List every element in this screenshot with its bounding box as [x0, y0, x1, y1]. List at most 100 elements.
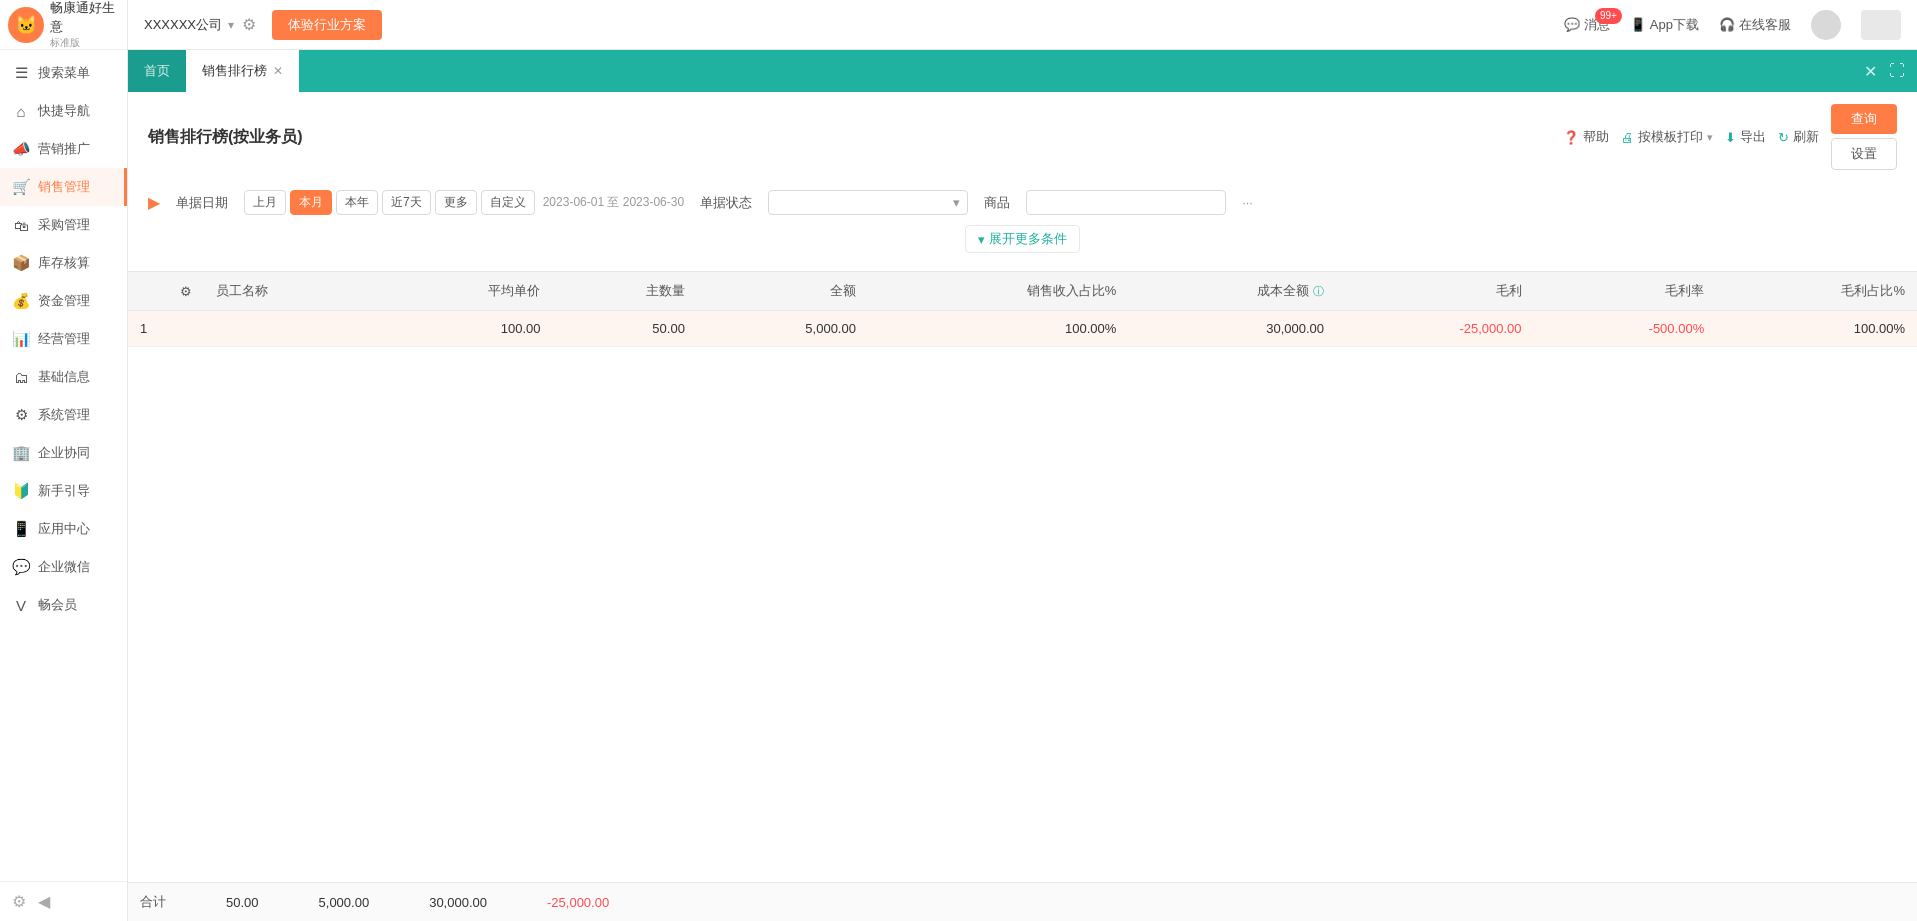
messages-item[interactable]: 💬 消息 99+	[1564, 16, 1610, 34]
operations-label: 经营管理	[38, 330, 90, 348]
footer-amount: 5,000.00	[319, 895, 370, 910]
tab-fullscreen-icon[interactable]: ⛶	[1889, 62, 1905, 80]
purchase-label: 采购管理	[38, 216, 90, 234]
top-header: XXXXXX公司 ▾ ⚙ 体验行业方案 💬 消息 99+ 📱 App下载 🎧 在…	[128, 0, 1917, 50]
collapse-icon[interactable]: ◀	[38, 892, 50, 911]
th-sales-ratio: 销售收入占比%	[868, 272, 1128, 311]
sidebar-item-basic-info[interactable]: 🗂 基础信息	[0, 358, 127, 396]
tab-home[interactable]: 首页	[128, 50, 186, 92]
cell-gross-ratio: 100.00%	[1716, 311, 1917, 347]
query-button[interactable]: 查询	[1831, 104, 1897, 134]
sidebar-item-member[interactable]: V 畅会员	[0, 586, 127, 624]
th-rank	[128, 272, 168, 311]
sidebar-item-operations[interactable]: 📊 经营管理	[0, 320, 127, 358]
online-service-label: 在线客服	[1739, 16, 1791, 34]
th-amount: 全额	[697, 272, 868, 311]
inventory-label: 库存核算	[38, 254, 90, 272]
system-icon: ⚙	[12, 406, 30, 424]
sidebar-item-quick-nav[interactable]: ⌂ 快捷导航	[0, 92, 127, 130]
sidebar-item-guide[interactable]: 🔰 新手引导	[0, 472, 127, 510]
th-cost: 成本全额 ⓘ	[1128, 272, 1336, 311]
cell-amount: 5,000.00	[697, 311, 868, 347]
status-select[interactable]	[768, 190, 968, 215]
date-range-group: 上月 本月 本年 近7天 更多 自定义 2023-06-01 至 2023-06…	[244, 190, 684, 215]
sidebar-item-inventory[interactable]: 📦 库存核算	[0, 244, 127, 282]
company-name: XXXXXX公司	[144, 16, 222, 34]
trial-button[interactable]: 体验行业方案	[272, 10, 382, 40]
search-order-label: 搜索菜单	[38, 64, 90, 82]
quick-nav-label: 快捷导航	[38, 102, 90, 120]
sidebar-footer: ⚙ ◀	[0, 881, 127, 921]
online-service-item[interactable]: 🎧 在线客服	[1719, 16, 1791, 34]
cell-settings	[168, 311, 204, 347]
sidebar-item-enterprise[interactable]: 🏢 企业协同	[0, 434, 127, 472]
more-dots[interactable]: ···	[1242, 195, 1253, 210]
sidebar-item-app-center[interactable]: 📱 应用中心	[0, 510, 127, 548]
expand-more-button[interactable]: ▾ 展开更多条件	[965, 225, 1080, 253]
guide-label: 新手引导	[38, 482, 90, 500]
date-btn-this-year[interactable]: 本年	[336, 190, 378, 215]
settings-button[interactable]: 设置	[1831, 138, 1897, 170]
goods-input[interactable]	[1026, 190, 1226, 215]
help-button[interactable]: ❓ 帮助	[1563, 128, 1609, 146]
page-title: 销售排行榜(按业务员)	[148, 127, 303, 148]
print-chevron-icon: ▾	[1707, 131, 1713, 144]
tab-close-all-icon[interactable]: ✕	[1864, 62, 1877, 81]
date-btn-last-month[interactable]: 上月	[244, 190, 286, 215]
sidebar-item-finance[interactable]: 💰 资金管理	[0, 282, 127, 320]
date-btn-this-month[interactable]: 本月	[290, 190, 332, 215]
refresh-button[interactable]: ↻ 刷新	[1778, 128, 1819, 146]
sales-rank-table: ⚙ 员工名称 平均单价 主数量 全额 销售收入占比% 成本全额 ⓘ 毛利 毛利率…	[128, 272, 1917, 347]
sales-label: 销售管理	[38, 178, 90, 196]
export-label: 导出	[1740, 128, 1766, 146]
cell-avg-price: 100.00	[378, 311, 552, 347]
finance-icon: 💰	[12, 292, 30, 310]
basic-info-label: 基础信息	[38, 368, 90, 386]
cell-cost: 30,000.00	[1128, 311, 1336, 347]
sales-rank-tab-label: 销售排行榜	[202, 62, 267, 80]
cell-gross: -25,000.00	[1336, 311, 1534, 347]
sidebar-item-sales[interactable]: 🛒 销售管理	[0, 168, 127, 206]
footer-main-qty: 50.00	[226, 895, 259, 910]
company-selector[interactable]: XXXXXX公司 ▾	[144, 16, 234, 34]
sidebar-nav: ☰ 搜索菜单⌂ 快捷导航📣 营销推广🛒 销售管理🛍 采购管理📦 库存核算💰 资金…	[0, 50, 127, 881]
date-btn-custom[interactable]: 自定义	[481, 190, 535, 215]
tab-sales-rank[interactable]: 销售排行榜 ✕	[186, 50, 299, 92]
logo-text: 畅康通好生意 标准版	[50, 0, 119, 50]
print-label: 按模板打印	[1638, 128, 1703, 146]
date-btn-more[interactable]: 更多	[435, 190, 477, 215]
settings-footer-icon[interactable]: ⚙	[12, 892, 26, 911]
date-btn-7days[interactable]: 近7天	[382, 190, 431, 215]
app-download-item[interactable]: 📱 App下载	[1630, 16, 1699, 34]
th-avg-price: 平均单价	[378, 272, 552, 311]
avatar[interactable]	[1811, 10, 1841, 40]
quick-nav-icon: ⌂	[12, 103, 30, 120]
sales-icon: 🛒	[12, 178, 30, 196]
user-name-placeholder[interactable]	[1861, 10, 1901, 40]
filter-toggle-icon[interactable]: ▶	[148, 193, 160, 212]
table-row: 1 100.00 50.00 5,000.00 100.00% 30,000.0…	[128, 311, 1917, 347]
page-content: 销售排行榜(按业务员) ❓ 帮助 🖨 按模板打印 ▾ ⬇ 导出	[128, 92, 1917, 921]
gear-icon[interactable]: ⚙	[242, 15, 256, 34]
sidebar-item-system[interactable]: ⚙ 系统管理	[0, 396, 127, 434]
main-area: XXXXXX公司 ▾ ⚙ 体验行业方案 💬 消息 99+ 📱 App下载 🎧 在…	[128, 0, 1917, 921]
sidebar-item-wechat[interactable]: 💬 企业微信	[0, 548, 127, 586]
export-icon: ⬇	[1725, 130, 1736, 145]
th-settings[interactable]: ⚙	[168, 272, 204, 311]
sidebar-item-search-order[interactable]: ☰ 搜索菜单	[0, 54, 127, 92]
headset-icon: 🎧	[1719, 17, 1735, 32]
print-button[interactable]: 🖨 按模板打印 ▾	[1621, 128, 1713, 146]
sidebar-item-purchase[interactable]: 🛍 采购管理	[0, 206, 127, 244]
sidebar-item-marketing[interactable]: 📣 营销推广	[0, 130, 127, 168]
tab-close-icon[interactable]: ✕	[273, 64, 283, 78]
logo-icon: 🐱	[8, 7, 44, 43]
message-icon: 💬	[1564, 17, 1580, 32]
home-tab-label: 首页	[144, 62, 170, 80]
export-button[interactable]: ⬇ 导出	[1725, 128, 1766, 146]
wechat-icon: 💬	[12, 558, 30, 576]
expand-more-label: 展开更多条件	[989, 230, 1067, 248]
marketing-label: 营销推广	[38, 140, 90, 158]
member-label: 畅会员	[38, 596, 77, 614]
app-center-icon: 📱	[12, 520, 30, 538]
date-label: 单据日期	[176, 194, 228, 212]
